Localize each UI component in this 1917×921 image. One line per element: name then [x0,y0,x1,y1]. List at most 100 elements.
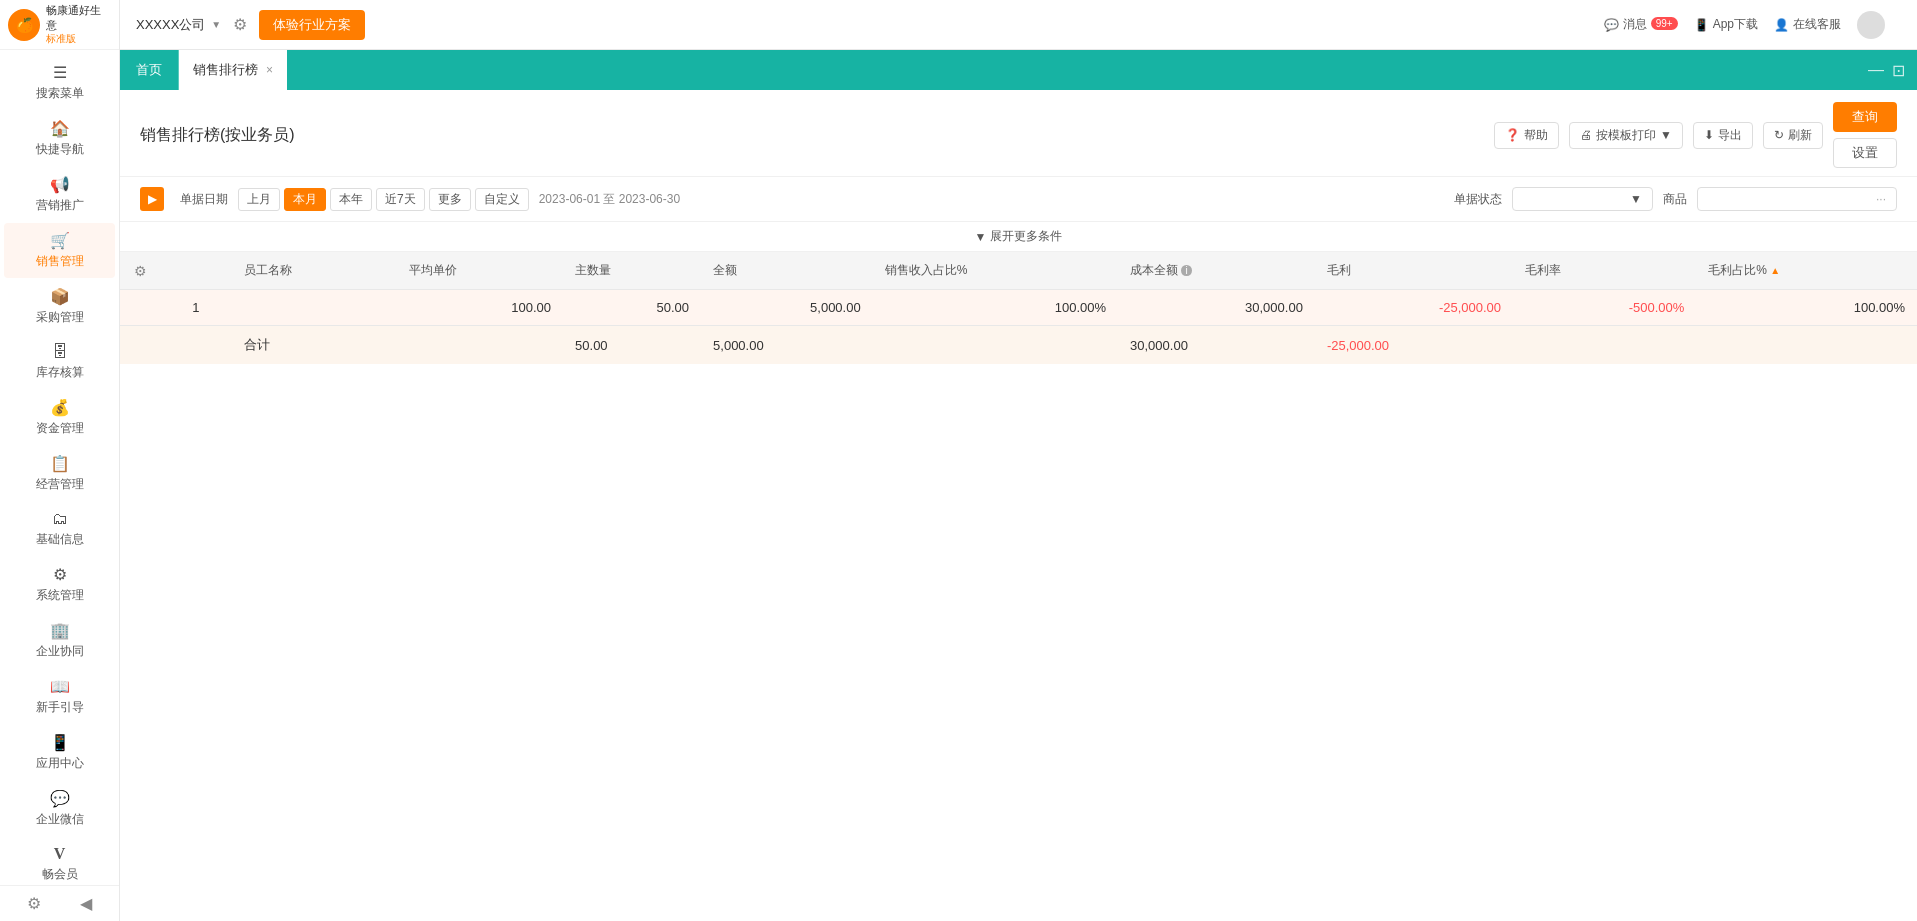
sidebar-item-enterprise[interactable]: 🏢 企业协同 [4,613,115,668]
sidebar-item-quick-nav[interactable]: 🏠 快捷导航 [4,111,115,166]
cell-main-qty: 50.00 [563,290,701,326]
help-icon: ❓ [1505,128,1520,142]
date-buttons: 上月 本月 本年 近7天 更多 自定义 [238,188,529,211]
cell-amount: 5,000.00 [701,290,873,326]
app-download-label: App下载 [1713,16,1758,33]
sidebar-item-sales[interactable]: 🛒 销售管理 [4,223,115,278]
tab-sales-ranking[interactable]: 销售排行榜 × [179,50,287,90]
sidebar-item-search-order[interactable]: ☰ 搜索菜单 [4,55,115,110]
sidebar-item-purchase[interactable]: 📦 采购管理 [4,279,115,334]
tab-home[interactable]: 首页 [120,50,179,90]
col-settings[interactable]: ⚙ [120,252,160,290]
sidebar-item-label: 基础信息 [36,531,84,548]
date-btn-custom[interactable]: 自定义 [475,188,529,211]
message-icon: 💬 [1604,18,1619,32]
search-order-icon: ☰ [53,63,67,82]
footer-amount: 5,000.00 [701,326,873,365]
sidebar-item-label: 新手引导 [36,699,84,716]
sidebar-item-label: 库存核算 [36,364,84,381]
tabbar-right: — ⊡ [1856,50,1917,90]
sidebar-item-marketing[interactable]: 📢 营销推广 [4,167,115,222]
date-btn-current-year[interactable]: 本年 [330,188,372,211]
enterprise-icon: 🏢 [50,621,70,640]
date-btn-current-month[interactable]: 本月 [284,188,326,211]
refresh-button[interactable]: ↻ 刷新 [1763,122,1823,149]
expand-more-button[interactable]: ▼ 展开更多条件 [975,228,1063,245]
sidebar-item-base-info[interactable]: 🗂 基础信息 [4,502,115,556]
status-select[interactable]: ▼ [1512,187,1653,211]
online-service-icon: 👤 [1774,18,1789,32]
sidebar-item-apps[interactable]: 📱 应用中心 [4,725,115,780]
goods-input[interactable]: ··· [1697,187,1897,211]
export-button[interactable]: ⬇ 导出 [1693,122,1753,149]
col-sales-pct: 销售收入占比% [873,252,1118,290]
purchase-icon: 📦 [50,287,70,306]
date-btn-more[interactable]: 更多 [429,188,471,211]
footer-sales-pct [873,326,1118,365]
footer-main-qty: 50.00 [563,326,701,365]
sidebar-item-label: 采购管理 [36,309,84,326]
cell-rank: 1 [160,290,232,326]
status-value [1523,192,1570,206]
maximize-icon[interactable]: ⊡ [1892,61,1905,80]
marketing-icon: 📢 [50,175,70,194]
message-group[interactable]: 💬 消息 99+ [1604,16,1678,33]
sidebar-collapse-icon[interactable]: ◀ [80,894,92,913]
sidebar-item-label: 营销推广 [36,197,84,214]
goods-more-icon: ··· [1876,192,1886,206]
sidebar-item-label: 经营管理 [36,476,84,493]
header-actions: ❓ 帮助 🖨 按模板打印 ▼ ⬇ 导出 ↻ 刷新 查询 [1494,102,1897,168]
logo-name: 畅康通好生意 [46,3,111,32]
inventory-icon: 🗄 [52,343,68,361]
date-btn-last-month[interactable]: 上月 [238,188,280,211]
page-title: 销售排行榜(按业务员) [140,125,295,146]
goods-label: 商品 [1663,191,1687,208]
sidebar-item-system[interactable]: ⚙ 系统管理 [4,557,115,612]
settings-button[interactable]: 设置 [1833,138,1897,168]
date-label: 单据日期 [180,191,228,208]
minimize-icon[interactable]: — [1868,61,1884,79]
template-print-button[interactable]: 🖨 按模板打印 ▼ [1569,122,1683,149]
filter-area: ▶ 单据日期 上月 本月 本年 近7天 更多 自定义 2023-06-01 至 … [120,177,1917,222]
filter-expand-button[interactable]: ▶ [140,187,164,211]
col-amount: 全额 [701,252,873,290]
sidebar-bottom: ⚙ ◀ [0,885,119,921]
footer-cost-amount: 30,000.00 [1118,326,1315,365]
print-icon: 🖨 [1580,128,1592,142]
wechat-icon: 💬 [50,789,70,808]
tab-close-icon[interactable]: × [266,63,273,77]
date-btn-7days[interactable]: 近7天 [376,188,425,211]
topbar-settings-icon[interactable]: ⚙ [233,15,247,34]
content-area: 销售排行榜(按业务员) ❓ 帮助 🖨 按模板打印 ▼ ⬇ 导出 ↻ 刷新 [120,90,1917,921]
member-icon: V [54,845,66,863]
cell-avg-price: 100.00 [397,290,563,326]
trial-button[interactable]: 体验行业方案 [259,10,365,40]
avatar [1857,11,1885,39]
sidebar-item-label: 系统管理 [36,587,84,604]
help-button[interactable]: ❓ 帮助 [1494,122,1559,149]
cell-gross-profit: -25,000.00 [1315,290,1513,326]
sidebar-item-finance[interactable]: 💰 资金管理 [4,390,115,445]
status-label: 单据状态 [1454,191,1502,208]
date-range: 2023-06-01 至 2023-06-30 [539,191,680,208]
col-gross-profit: 毛利 [1315,252,1513,290]
sidebar-item-wechat[interactable]: 💬 企业微信 [4,781,115,836]
sidebar-item-label: 企业微信 [36,811,84,828]
col-rank [160,252,232,290]
sidebar-item-label: 快捷导航 [36,141,84,158]
sidebar-item-operations[interactable]: 📋 经营管理 [4,446,115,501]
app-download-group[interactable]: 📱 App下载 [1694,16,1758,33]
sidebar-item-guide[interactable]: 📖 新手引导 [4,669,115,724]
sidebar-settings-icon[interactable]: ⚙ [27,894,41,913]
sidebar-item-member[interactable]: V 畅会员 [4,837,115,885]
expand-icon: ▼ [975,230,987,244]
sidebar-item-inventory[interactable]: 🗄 库存核算 [4,335,115,389]
cell-sales-pct: 100.00% [873,290,1118,326]
column-settings-icon[interactable]: ⚙ [134,263,147,279]
online-service-group[interactable]: 👤 在线客服 [1774,16,1841,33]
company-selector[interactable]: XXXXX公司 ▼ [136,16,221,34]
export-icon: ⬇ [1704,128,1714,142]
query-button[interactable]: 查询 [1833,102,1897,132]
col-employee: 员工名称 [232,252,398,290]
guide-icon: 📖 [50,677,70,696]
